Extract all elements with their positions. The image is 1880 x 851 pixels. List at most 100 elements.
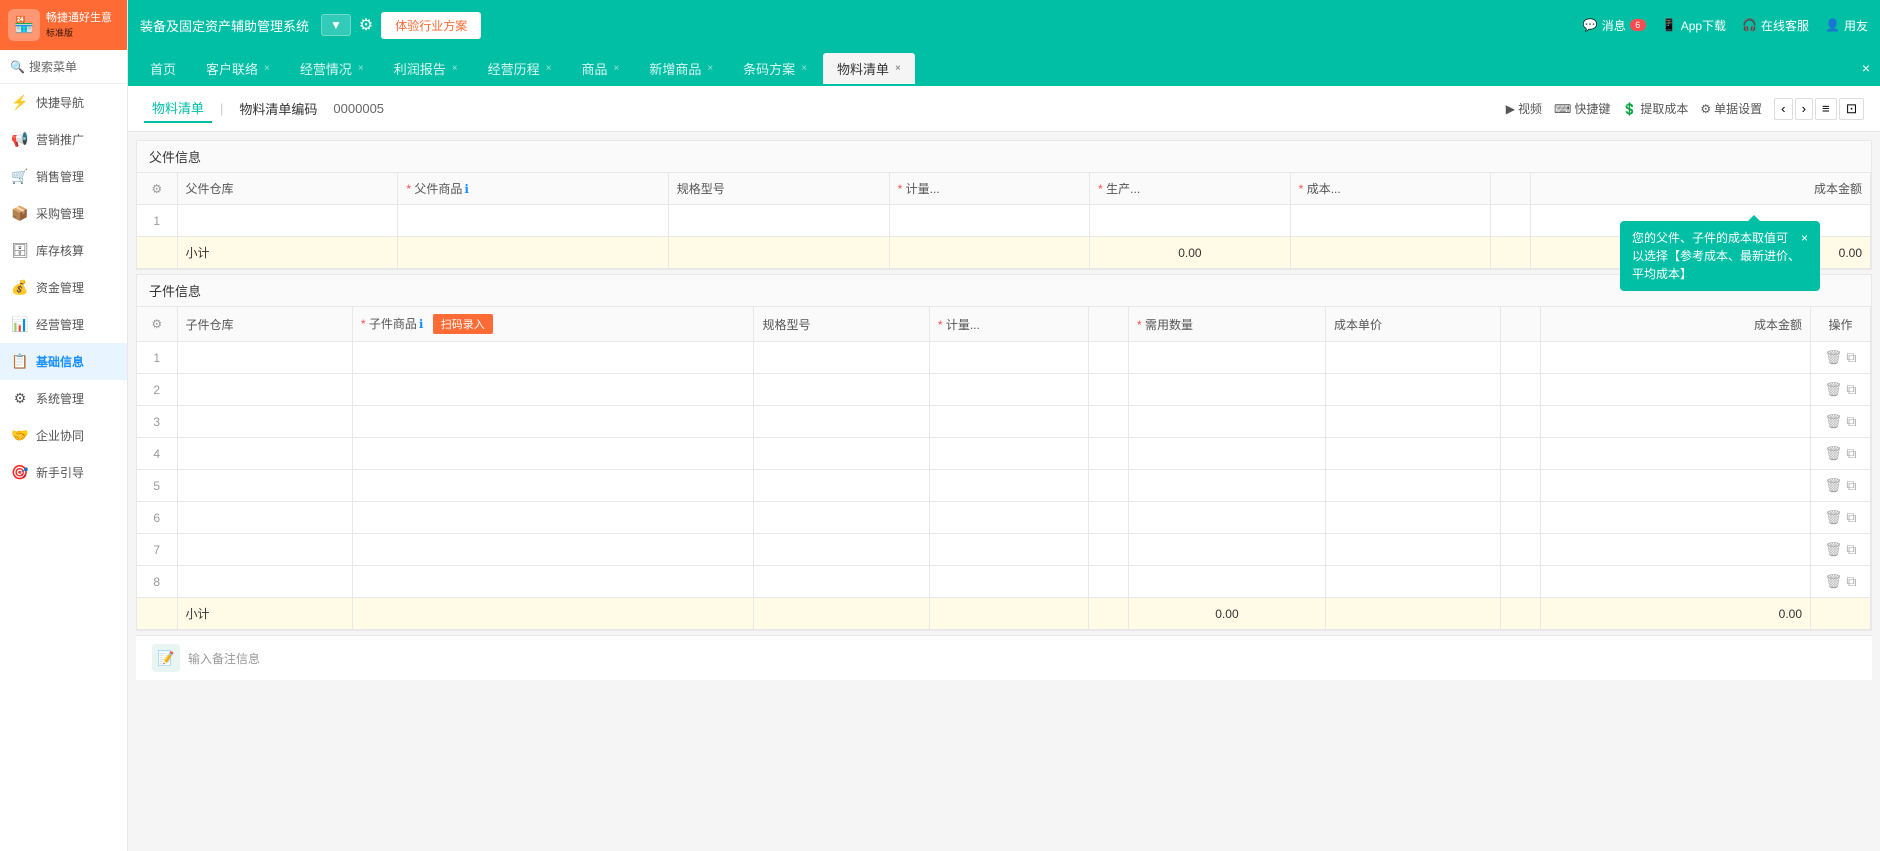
- child-unit-cell-2[interactable]: [929, 374, 1088, 406]
- child-qty-cell-8[interactable]: [1129, 566, 1326, 598]
- experience-btn[interactable]: 体验行业方案: [381, 12, 481, 39]
- scan-input-btn[interactable]: 扫码录入: [433, 314, 493, 334]
- child-spec-cell-5[interactable]: [754, 470, 929, 502]
- copy-icon-7[interactable]: ⧉: [1846, 541, 1856, 558]
- child-warehouse-cell-1[interactable]: [177, 342, 352, 374]
- child-spec-cell-8[interactable]: [754, 566, 929, 598]
- close-tab-bom[interactable]: ×: [895, 63, 901, 74]
- delete-icon-3[interactable]: 🗑: [1825, 413, 1843, 430]
- parent-produce-cell[interactable]: [1090, 205, 1291, 237]
- child-qty-cell-3[interactable]: [1129, 406, 1326, 438]
- child-goods-cell-8[interactable]: [352, 566, 754, 598]
- expand-btn[interactable]: ⊡: [1839, 98, 1864, 120]
- close-tab-history[interactable]: ×: [546, 63, 552, 74]
- gear-icon[interactable]: ⚙: [151, 182, 162, 196]
- close-tab-customers[interactable]: ×: [264, 63, 270, 74]
- child-unitcost-cell-2[interactable]: [1325, 374, 1500, 406]
- delete-icon-7[interactable]: 🗑: [1825, 541, 1843, 558]
- sidebar-item-quick-nav[interactable]: ⚡ 快捷导航: [0, 84, 127, 121]
- delete-icon-4[interactable]: 🗑: [1825, 445, 1843, 462]
- child-unitcost-cell-8[interactable]: [1325, 566, 1500, 598]
- child-spec-cell-3[interactable]: [754, 406, 929, 438]
- child-goods-cell-2[interactable]: [352, 374, 754, 406]
- delete-icon-2[interactable]: 🗑: [1825, 381, 1843, 398]
- child-amount-cell-7[interactable]: [1541, 534, 1811, 566]
- tab-home[interactable]: 首页: [136, 53, 190, 84]
- copy-icon-5[interactable]: ⧉: [1846, 477, 1856, 494]
- extract-cost-btn[interactable]: 💲 提取成本: [1622, 100, 1688, 117]
- child-gear-icon[interactable]: ⚙: [151, 317, 162, 331]
- copy-icon-6[interactable]: ⧉: [1846, 509, 1856, 526]
- child-amount-cell-5[interactable]: [1541, 470, 1811, 502]
- note-icon[interactable]: 📝: [152, 644, 180, 672]
- user-menu[interactable]: 👤 用友: [1825, 17, 1868, 34]
- child-unitcost-cell-6[interactable]: [1325, 502, 1500, 534]
- child-goods-info-icon[interactable]: ℹ: [419, 317, 424, 331]
- copy-icon-1[interactable]: ⧉: [1846, 349, 1856, 366]
- tab-customers[interactable]: 客户联络 ×: [192, 53, 284, 84]
- sidebar-item-guide[interactable]: 🎯 新手引导: [0, 454, 127, 491]
- settings-icon[interactable]: ⚙: [359, 15, 373, 35]
- sidebar-item-sales[interactable]: 🛒 销售管理: [0, 158, 127, 195]
- child-unit-cell-6[interactable]: [929, 502, 1088, 534]
- child-spec-cell-4[interactable]: [754, 438, 929, 470]
- child-unit-cell-5[interactable]: [929, 470, 1088, 502]
- parent-goods-info-icon[interactable]: ℹ: [464, 182, 469, 196]
- child-warehouse-cell-5[interactable]: [177, 470, 352, 502]
- sidebar-item-finance[interactable]: 💰 资金管理: [0, 269, 127, 306]
- child-amount-cell-1[interactable]: [1541, 342, 1811, 374]
- child-warehouse-cell-4[interactable]: [177, 438, 352, 470]
- child-unitcost-cell-7[interactable]: [1325, 534, 1500, 566]
- sidebar-item-enterprise[interactable]: 🤝 企业协同: [0, 417, 127, 454]
- child-goods-cell-5[interactable]: [352, 470, 754, 502]
- sidebar-search[interactable]: 🔍 搜索菜单: [0, 50, 127, 84]
- child-amount-cell-6[interactable]: [1541, 502, 1811, 534]
- shortcut-btn[interactable]: ⌨ 快捷键: [1554, 100, 1610, 117]
- child-unitcost-cell-4[interactable]: [1325, 438, 1500, 470]
- copy-icon-8[interactable]: ⧉: [1846, 573, 1856, 590]
- tab-operations[interactable]: 经营情况 ×: [286, 53, 378, 84]
- child-spec-cell-7[interactable]: [754, 534, 929, 566]
- sidebar-item-inventory[interactable]: 🗄 库存核算: [0, 232, 127, 269]
- child-unit-cell-8[interactable]: [929, 566, 1088, 598]
- close-tab-profit[interactable]: ×: [452, 63, 458, 74]
- child-amount-cell-4[interactable]: [1541, 438, 1811, 470]
- copy-icon-3[interactable]: ⧉: [1846, 413, 1856, 430]
- copy-icon-4[interactable]: ⧉: [1846, 445, 1856, 462]
- child-qty-cell-2[interactable]: [1129, 374, 1326, 406]
- close-all-tabs[interactable]: ×: [1852, 56, 1880, 80]
- prev-page-btn[interactable]: ‹: [1774, 98, 1792, 120]
- child-goods-cell-3[interactable]: [352, 406, 754, 438]
- child-goods-cell-6[interactable]: [352, 502, 754, 534]
- child-qty-cell-7[interactable]: [1129, 534, 1326, 566]
- messages-btn[interactable]: 💬 消息 6: [1583, 17, 1646, 34]
- copy-icon-2[interactable]: ⧉: [1846, 381, 1856, 398]
- parent-unit-cell[interactable]: [889, 205, 1090, 237]
- child-goods-cell-7[interactable]: [352, 534, 754, 566]
- close-tab-new-goods[interactable]: ×: [707, 63, 713, 74]
- online-service-btn[interactable]: 🎧 在线客服: [1742, 17, 1809, 34]
- sidebar-item-basic-info[interactable]: 📋 基础信息: [0, 343, 127, 380]
- close-tab-barcode[interactable]: ×: [801, 63, 807, 74]
- sidebar-item-system[interactable]: ⚙ 系统管理: [0, 380, 127, 417]
- delete-icon-8[interactable]: 🗑: [1825, 573, 1843, 590]
- child-qty-cell-6[interactable]: [1129, 502, 1326, 534]
- child-spec-cell-1[interactable]: [754, 342, 929, 374]
- doc-settings-btn[interactable]: ⚙ 单据设置: [1700, 100, 1762, 117]
- parent-warehouse-cell[interactable]: [177, 205, 398, 237]
- sidebar-item-operations[interactable]: 📊 经营管理: [0, 306, 127, 343]
- tooltip-close-btn[interactable]: ×: [1801, 229, 1808, 247]
- tab-goods[interactable]: 商品 ×: [567, 53, 633, 84]
- child-unit-cell-7[interactable]: [929, 534, 1088, 566]
- child-warehouse-cell-7[interactable]: [177, 534, 352, 566]
- system-dropdown[interactable]: ▼: [321, 14, 351, 36]
- next-page-btn[interactable]: ›: [1795, 98, 1813, 120]
- delete-icon-6[interactable]: 🗑: [1825, 509, 1843, 526]
- child-warehouse-cell-8[interactable]: [177, 566, 352, 598]
- close-tab-goods[interactable]: ×: [613, 63, 619, 74]
- parent-cost-cell[interactable]: [1290, 205, 1491, 237]
- tab-barcode[interactable]: 条码方案 ×: [729, 53, 821, 84]
- app-download-btn[interactable]: 📱 App下载: [1662, 17, 1726, 34]
- tab-bom[interactable]: 物料清单 ×: [823, 53, 915, 84]
- sidebar-item-marketing[interactable]: 📢 营销推广: [0, 121, 127, 158]
